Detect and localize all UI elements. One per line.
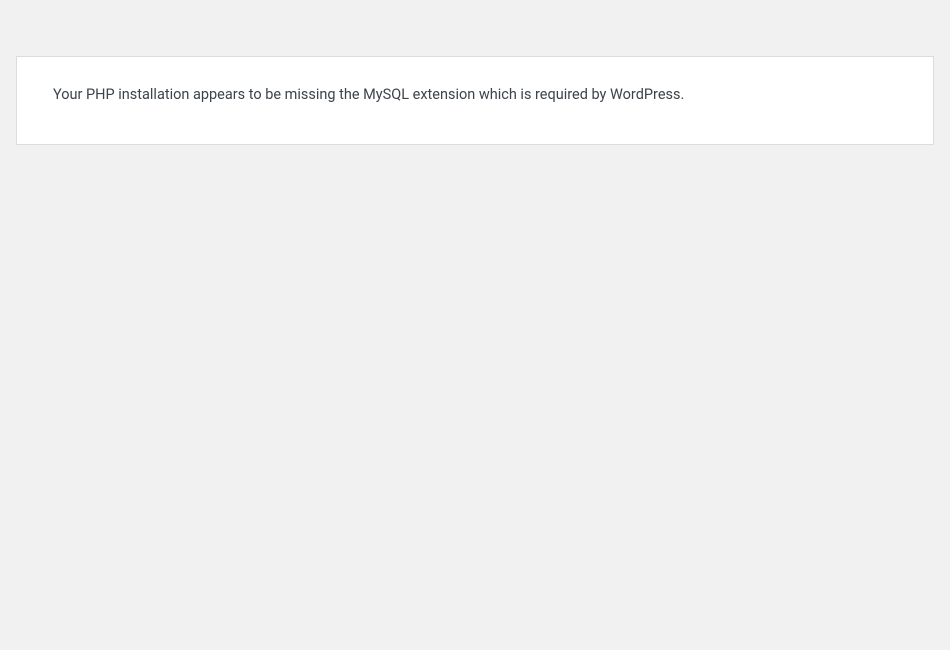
error-panel: Your PHP installation appears to be miss…	[16, 56, 934, 145]
error-message: Your PHP installation appears to be miss…	[53, 83, 897, 106]
